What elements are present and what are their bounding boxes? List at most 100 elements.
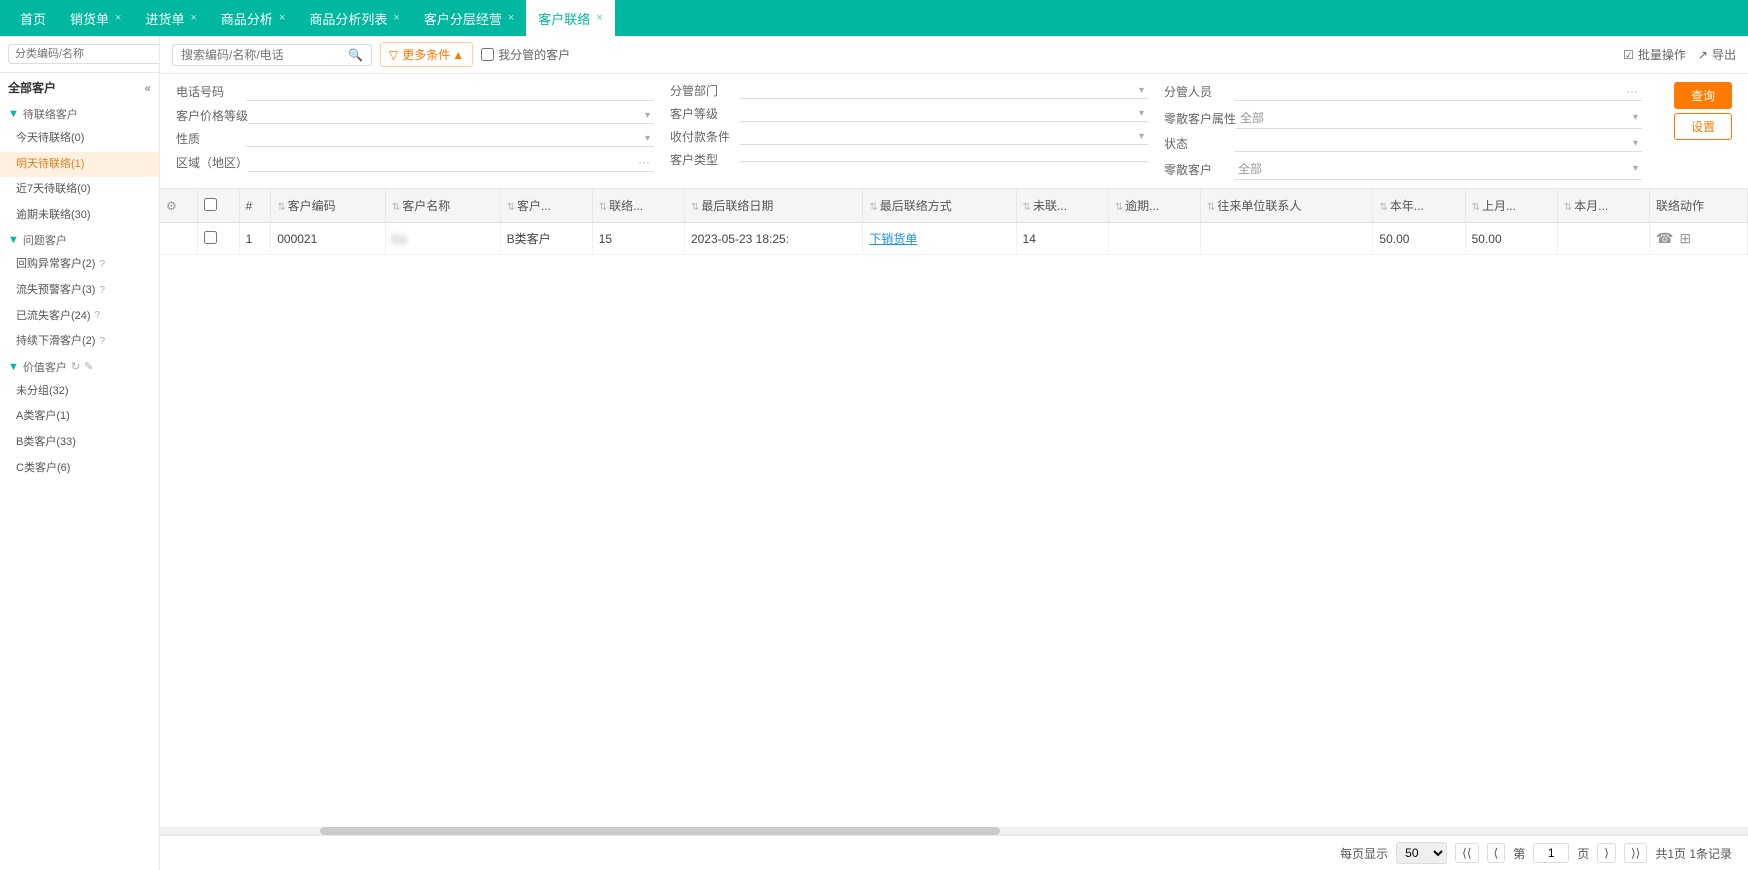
th-contact[interactable]: ⇅联络... [592, 189, 684, 223]
th-last-month[interactable]: ⇅上月... [1465, 189, 1557, 223]
region-select[interactable]: ··· [248, 153, 654, 172]
collapse-icon[interactable]: « [144, 81, 151, 95]
horizontal-scrollbar[interactable] [160, 827, 1748, 835]
first-page-button[interactable]: ⟨⟨ [1455, 843, 1478, 863]
page-input[interactable] [1533, 843, 1569, 863]
th-checkbox[interactable] [197, 189, 239, 223]
close-segment-icon[interactable]: × [508, 12, 514, 24]
sidebar-value-group[interactable]: ▼ 价值客户 ↻ ✎ [0, 355, 159, 379]
sidebar-problem-group[interactable]: ▼ 问题客户 [0, 228, 159, 252]
person-select[interactable]: ··· [1234, 82, 1642, 101]
settings-button[interactable]: 设置 [1674, 113, 1732, 140]
search-icon[interactable]: 🔍 [348, 48, 363, 62]
sidebar-all-customers[interactable]: 全部客户 « [0, 73, 159, 102]
help-icon-1: ? [99, 283, 105, 299]
edit-icon[interactable]: ✎ [84, 360, 93, 373]
sort-overdue-icon: ⇅ [1115, 202, 1123, 213]
phone-action-icon[interactable]: ☎ [1656, 230, 1673, 247]
close-sales-icon[interactable]: × [115, 12, 121, 24]
nav-customer-segment[interactable]: 客户分层经营 × [412, 0, 526, 36]
nav-home[interactable]: 首页 [8, 0, 58, 36]
last-page-button[interactable]: ⟩⟩ [1624, 843, 1647, 863]
th-gear[interactable]: ⚙ [160, 189, 197, 223]
content-area: 🔍 ▽ 更多条件 ▲ 我分管的客户 ☑ 批量操作 ↗ 导出 [160, 36, 1748, 870]
payment-label: 收付款条件 [670, 128, 740, 145]
search-input-wrap: 🔍 [172, 44, 372, 66]
nav-analysis[interactable]: 商品分析 × [209, 0, 297, 36]
close-analysis-list-icon[interactable]: × [393, 12, 399, 24]
nav-customer-contact[interactable]: 客户联络 × [526, 0, 614, 36]
row-last-method[interactable]: 下销货单 [863, 223, 1016, 255]
th-type[interactable]: ⇅客户... [500, 189, 592, 223]
more-filter-button[interactable]: ▽ 更多条件 ▲ [380, 42, 473, 67]
sidebar-item-churned[interactable]: 已流失客户(24) ? [0, 304, 159, 330]
next-page-button[interactable]: ⟩ [1597, 843, 1616, 863]
search-input[interactable] [181, 48, 344, 62]
row-select-checkbox[interactable] [204, 231, 217, 244]
filter-row-1: 电话号码 [176, 82, 654, 101]
customer-type-select[interactable] [740, 157, 1148, 162]
th-unit-contact[interactable]: ⇅往来单位联系人 [1200, 189, 1372, 223]
row-type: B类客户 [500, 223, 592, 255]
sidebar-item-week[interactable]: 近7天待联络(0) [0, 177, 159, 203]
th-name[interactable]: ⇅客户名称 [385, 189, 500, 223]
filter-person: 分管人员 ··· [1164, 82, 1642, 101]
th-overdue[interactable]: ⇅逾期... [1108, 189, 1200, 223]
last-method-link[interactable]: 下销货单 [869, 232, 917, 246]
per-page-select[interactable]: 50 100 200 [1396, 842, 1447, 864]
th-uncontacted[interactable]: ⇅未联... [1016, 189, 1108, 223]
query-button[interactable]: 查询 [1674, 82, 1732, 109]
th-last-date[interactable]: ⇅最后联络日期 [684, 189, 862, 223]
status-select[interactable]: ▾ [1234, 136, 1642, 152]
row-checkbox[interactable] [197, 223, 239, 255]
payment-select[interactable]: ▾ [740, 129, 1148, 145]
gear-settings-icon[interactable]: ⚙ [166, 199, 177, 213]
sidebar-item-overdue[interactable]: 逾期未联络(30) [0, 203, 159, 229]
price-level-select[interactable]: ▾ [248, 108, 654, 124]
chevron-up-icon: ▲ [452, 48, 464, 62]
sidebar-pending-group[interactable]: ▼ 待联络客户 [0, 102, 159, 126]
my-customers-checkbox[interactable] [481, 48, 494, 61]
export-button[interactable]: ↗ 导出 [1698, 46, 1736, 63]
region-dots[interactable]: ··· [638, 155, 650, 169]
retail-attr-select[interactable]: 全部 ▾ [1236, 107, 1642, 129]
sidebar-item-class-b[interactable]: B类客户(33) [0, 430, 159, 456]
bulk-op-button[interactable]: ☑ 批量操作 [1623, 46, 1686, 63]
th-last-method[interactable]: ⇅最后联络方式 [863, 189, 1016, 223]
sidebar-search-input[interactable] [8, 44, 160, 64]
grid-action-icon[interactable]: ⊞ [1679, 230, 1691, 247]
sidebar-item-repurchase-abnormal[interactable]: 回购异常客户(2) ? [0, 252, 159, 278]
close-contact-icon[interactable]: × [596, 12, 602, 24]
sort-year-icon: ⇅ [1379, 202, 1387, 213]
person-dots[interactable]: ··· [1626, 84, 1638, 98]
sidebar-item-today[interactable]: 今天待联络(0) [0, 126, 159, 152]
sidebar-item-class-c[interactable]: C类客户(6) [0, 456, 159, 482]
retail-customer-select[interactable]: 全部 ▾ [1234, 158, 1642, 180]
row-no: 1 [239, 223, 271, 255]
select-all-checkbox[interactable] [204, 198, 217, 211]
close-analysis-icon[interactable]: × [279, 12, 285, 24]
nav-analysis-list[interactable]: 商品分析列表 × [297, 0, 411, 36]
sidebar-item-class-a[interactable]: A类客户(1) [0, 404, 159, 430]
scrollbar-thumb[interactable] [320, 827, 1000, 835]
filter-region: 区域（地区） ··· [176, 153, 654, 172]
dept-select[interactable]: ▾ [740, 83, 1148, 99]
refresh-icon[interactable]: ↻ [71, 360, 80, 373]
nav-sales[interactable]: 销货单 × [58, 0, 133, 36]
table-row: 1 000021 Ea B类客户 15 2023-05-23 18:25: 下销… [160, 223, 1748, 255]
sidebar-item-churn-warning[interactable]: 流失预警客户(3) ? [0, 278, 159, 304]
nature-select[interactable]: ▾ [246, 131, 654, 147]
th-code[interactable]: ⇅客户编码 [271, 189, 386, 223]
th-this-month[interactable]: ⇅本月... [1557, 189, 1649, 223]
prev-page-button[interactable]: ⟨ [1487, 843, 1506, 863]
phone-label: 电话号码 [176, 83, 246, 100]
nav-purchase[interactable]: 进货单 × [133, 0, 208, 36]
sidebar-item-tomorrow[interactable]: 明天待联络(1) [0, 152, 159, 178]
phone-input[interactable] [246, 82, 654, 101]
close-purchase-icon[interactable]: × [190, 12, 196, 24]
my-customers-checkbox-wrap[interactable]: 我分管的客户 [481, 46, 570, 63]
sidebar-item-ungrouped[interactable]: 未分组(32) [0, 379, 159, 405]
sidebar-item-declining[interactable]: 持续下滑客户(2) ? [0, 329, 159, 355]
th-this-year[interactable]: ⇅本年... [1373, 189, 1465, 223]
customer-level-select[interactable]: ▾ [740, 106, 1148, 122]
